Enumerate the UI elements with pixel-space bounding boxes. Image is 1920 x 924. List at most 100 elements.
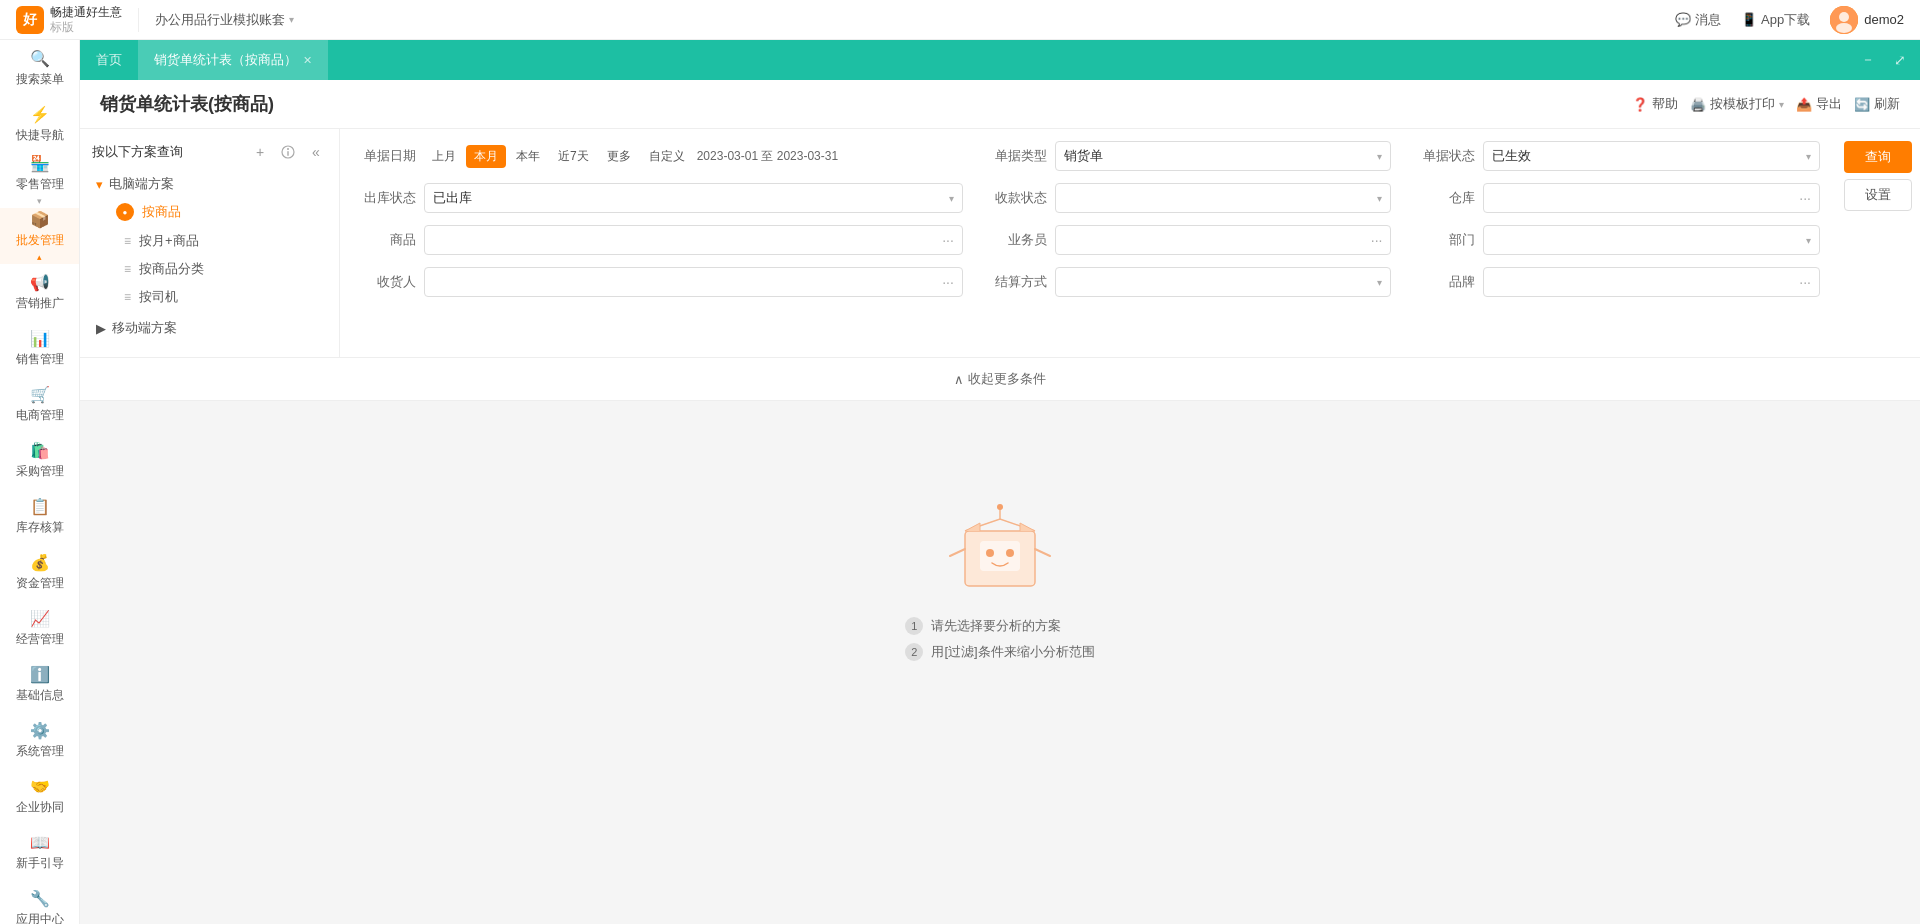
date-tab-this-month[interactable]: 本月 bbox=[466, 145, 506, 168]
salesperson-dots: ··· bbox=[1371, 232, 1383, 248]
scheme-group-mobile: ▶ 移动端方案 bbox=[92, 315, 327, 341]
filter-field-type: 单据类型 销货单 ▾ bbox=[987, 141, 1392, 171]
marketing-icon: 📢 bbox=[30, 273, 50, 292]
svg-rect-5 bbox=[287, 151, 288, 156]
purchase-icon: 🛍️ bbox=[30, 441, 50, 460]
sidebar-item-sales[interactable]: 📊 销售管理 bbox=[0, 320, 79, 376]
brand-dots: ··· bbox=[1799, 274, 1811, 290]
maximize-btn[interactable]: ⤢ bbox=[1888, 48, 1912, 72]
sidebar-item-search[interactable]: 🔍 搜索菜单 bbox=[0, 40, 79, 96]
empty-tip-1: 1 请先选择要分析的方案 bbox=[905, 617, 1094, 635]
sidebar: 🔍 搜索菜单 ⚡ 快捷导航 🏪 零售管理 ▾ 📦 批发管理 ▴ 📢 营销推广 📊… bbox=[0, 40, 80, 924]
collapse-icon: ∧ bbox=[954, 372, 964, 387]
receiver-label: 收货人 bbox=[356, 273, 416, 291]
sidebar-item-quicknav[interactable]: ⚡ 快捷导航 bbox=[0, 96, 79, 152]
storage-label: 仓库 bbox=[1415, 189, 1475, 207]
filter-field-brand: 品牌 ··· bbox=[1415, 267, 1820, 297]
brand-control[interactable]: ··· bbox=[1483, 267, 1820, 297]
receiver-dots: ··· bbox=[942, 274, 954, 290]
tab-close-icon[interactable]: ✕ bbox=[303, 54, 312, 67]
svg-point-9 bbox=[1006, 549, 1014, 557]
sidebar-item-system[interactable]: ⚙️ 系统管理 bbox=[0, 712, 79, 768]
date-range: 2023-03-01 至 2023-03-31 bbox=[697, 148, 838, 165]
help-btn[interactable]: ❓ 帮助 bbox=[1632, 95, 1678, 113]
scheme-group-pc: ▾ 电脑端方案 ● 按商品 ≡ 按月+商品 bbox=[92, 171, 327, 311]
sidebar-item-finance[interactable]: 💰 资金管理 bbox=[0, 544, 79, 600]
refresh-btn[interactable]: 🔄 刷新 bbox=[1854, 95, 1900, 113]
sidebar-item-operations[interactable]: 📈 经营管理 bbox=[0, 600, 79, 656]
scheme-item-by-category[interactable]: ≡ 按商品分类 bbox=[92, 255, 327, 283]
date-tab-custom[interactable]: 自定义 bbox=[641, 145, 693, 168]
date-tab-7days[interactable]: 近7天 bbox=[550, 145, 597, 168]
workspace-selector[interactable]: 办公用品行业模拟账套 ▾ bbox=[155, 11, 294, 29]
scheme-add-btn[interactable]: + bbox=[249, 141, 271, 163]
goods-dots: ··· bbox=[942, 232, 954, 248]
sidebar-item-guide[interactable]: 📖 新手引导 bbox=[0, 824, 79, 880]
print-icon: 🖨️ bbox=[1690, 97, 1706, 112]
filter-row-3: 商品 ··· 业务员 ··· bbox=[356, 225, 1820, 255]
sidebar-item-purchase[interactable]: 🛍️ 采购管理 bbox=[0, 432, 79, 488]
filter-field-date: 单据日期 上月 本月 本年 近7天 更多 自定义 bbox=[356, 145, 963, 168]
settlement-control[interactable]: ▾ bbox=[1055, 267, 1392, 297]
scheme-item-by-month-goods[interactable]: ≡ 按月+商品 bbox=[92, 227, 327, 255]
status-control[interactable]: 已生效 ▾ bbox=[1483, 141, 1820, 171]
scheme-group-pc-header[interactable]: ▾ 电脑端方案 bbox=[92, 171, 327, 197]
sidebar-item-wholesale[interactable]: 📦 批发管理 ▴ bbox=[0, 208, 79, 264]
export-btn[interactable]: 📤 导出 bbox=[1796, 95, 1842, 113]
scheme-collapse-btn[interactable]: « bbox=[305, 141, 327, 163]
salesperson-label: 业务员 bbox=[987, 231, 1047, 249]
setting-btn[interactable]: 设置 bbox=[1844, 179, 1912, 211]
sidebar-item-retail[interactable]: 🏪 零售管理 ▾ bbox=[0, 152, 79, 208]
sidebar-item-base[interactable]: ℹ️ 基础信息 bbox=[0, 656, 79, 712]
filter-panel: 单据日期 上月 本月 本年 近7天 更多 自定义 bbox=[340, 129, 1836, 357]
sidebar-item-ecommerce[interactable]: 🛒 电商管理 bbox=[0, 376, 79, 432]
ecommerce-icon: 🛒 bbox=[30, 385, 50, 404]
dept-arrow: ▾ bbox=[1806, 235, 1811, 246]
system-icon: ⚙️ bbox=[30, 721, 50, 740]
logo-text: 畅捷通好生意 标版 bbox=[50, 5, 122, 34]
salesperson-control[interactable]: ··· bbox=[1055, 225, 1392, 255]
wholesale-icon: 📦 bbox=[30, 210, 50, 229]
logo-icon: 好 bbox=[16, 6, 44, 34]
goods-control[interactable]: ··· bbox=[424, 225, 963, 255]
filter-main-row: 按以下方案查询 + « ▾ bbox=[80, 129, 1920, 357]
sidebar-item-inventory[interactable]: 📋 库存核算 bbox=[0, 488, 79, 544]
svg-point-8 bbox=[986, 549, 994, 557]
user-avatar bbox=[1830, 6, 1858, 34]
retail-arrow: ▾ bbox=[37, 196, 42, 206]
message-action[interactable]: 💬 消息 bbox=[1675, 11, 1721, 29]
receiver-control[interactable]: ··· bbox=[424, 267, 963, 297]
finance-icon: 💰 bbox=[30, 553, 50, 572]
filter-field-status: 单据状态 已生效 ▾ bbox=[1415, 141, 1820, 171]
scheme-item-by-driver[interactable]: ≡ 按司机 bbox=[92, 283, 327, 311]
scheme-item-by-goods[interactable]: ● 按商品 bbox=[92, 197, 327, 227]
type-value: 销货单 bbox=[1064, 147, 1374, 165]
scheme-edit-btn[interactable] bbox=[277, 141, 299, 163]
date-tab-more[interactable]: 更多 bbox=[599, 145, 639, 168]
date-tab-last-month[interactable]: 上月 bbox=[424, 145, 464, 168]
tab-home[interactable]: 首页 bbox=[80, 40, 138, 80]
minimize-btn[interactable]: － bbox=[1856, 48, 1880, 72]
scheme-panel-title: 按以下方案查询 bbox=[92, 143, 183, 161]
collect-control[interactable]: ▾ bbox=[1055, 183, 1392, 213]
tab-sales-report[interactable]: 销货单统计表（按商品） ✕ bbox=[138, 40, 328, 80]
export-icon: 📤 bbox=[1796, 97, 1812, 112]
sidebar-item-appcenter[interactable]: 🔧 应用中心 bbox=[0, 880, 79, 924]
collapse-btn[interactable]: ∧ 收起更多条件 bbox=[942, 366, 1058, 392]
svg-line-12 bbox=[950, 549, 965, 556]
storage-control[interactable]: ··· bbox=[1483, 183, 1820, 213]
sidebar-item-marketing[interactable]: 📢 营销推广 bbox=[0, 264, 79, 320]
app-download-action[interactable]: 📱 App下载 bbox=[1741, 11, 1810, 29]
query-btn[interactable]: 查询 bbox=[1844, 141, 1912, 173]
collect-label: 收款状态 bbox=[987, 189, 1047, 207]
sidebar-item-collab[interactable]: 🤝 企业协同 bbox=[0, 768, 79, 824]
warehouse-control[interactable]: 已出库 ▾ bbox=[424, 183, 963, 213]
scheme-group-mobile-header[interactable]: ▶ 移动端方案 bbox=[92, 315, 327, 341]
dept-control[interactable]: ▾ bbox=[1483, 225, 1820, 255]
print-btn[interactable]: 🖨️ 按模板打印 ▾ bbox=[1690, 95, 1784, 113]
message-icon: 💬 bbox=[1675, 12, 1691, 27]
date-tab-this-year[interactable]: 本年 bbox=[508, 145, 548, 168]
type-control[interactable]: 销货单 ▾ bbox=[1055, 141, 1392, 171]
user-area[interactable]: demo2 bbox=[1830, 6, 1904, 34]
settlement-arrow: ▾ bbox=[1377, 277, 1382, 288]
